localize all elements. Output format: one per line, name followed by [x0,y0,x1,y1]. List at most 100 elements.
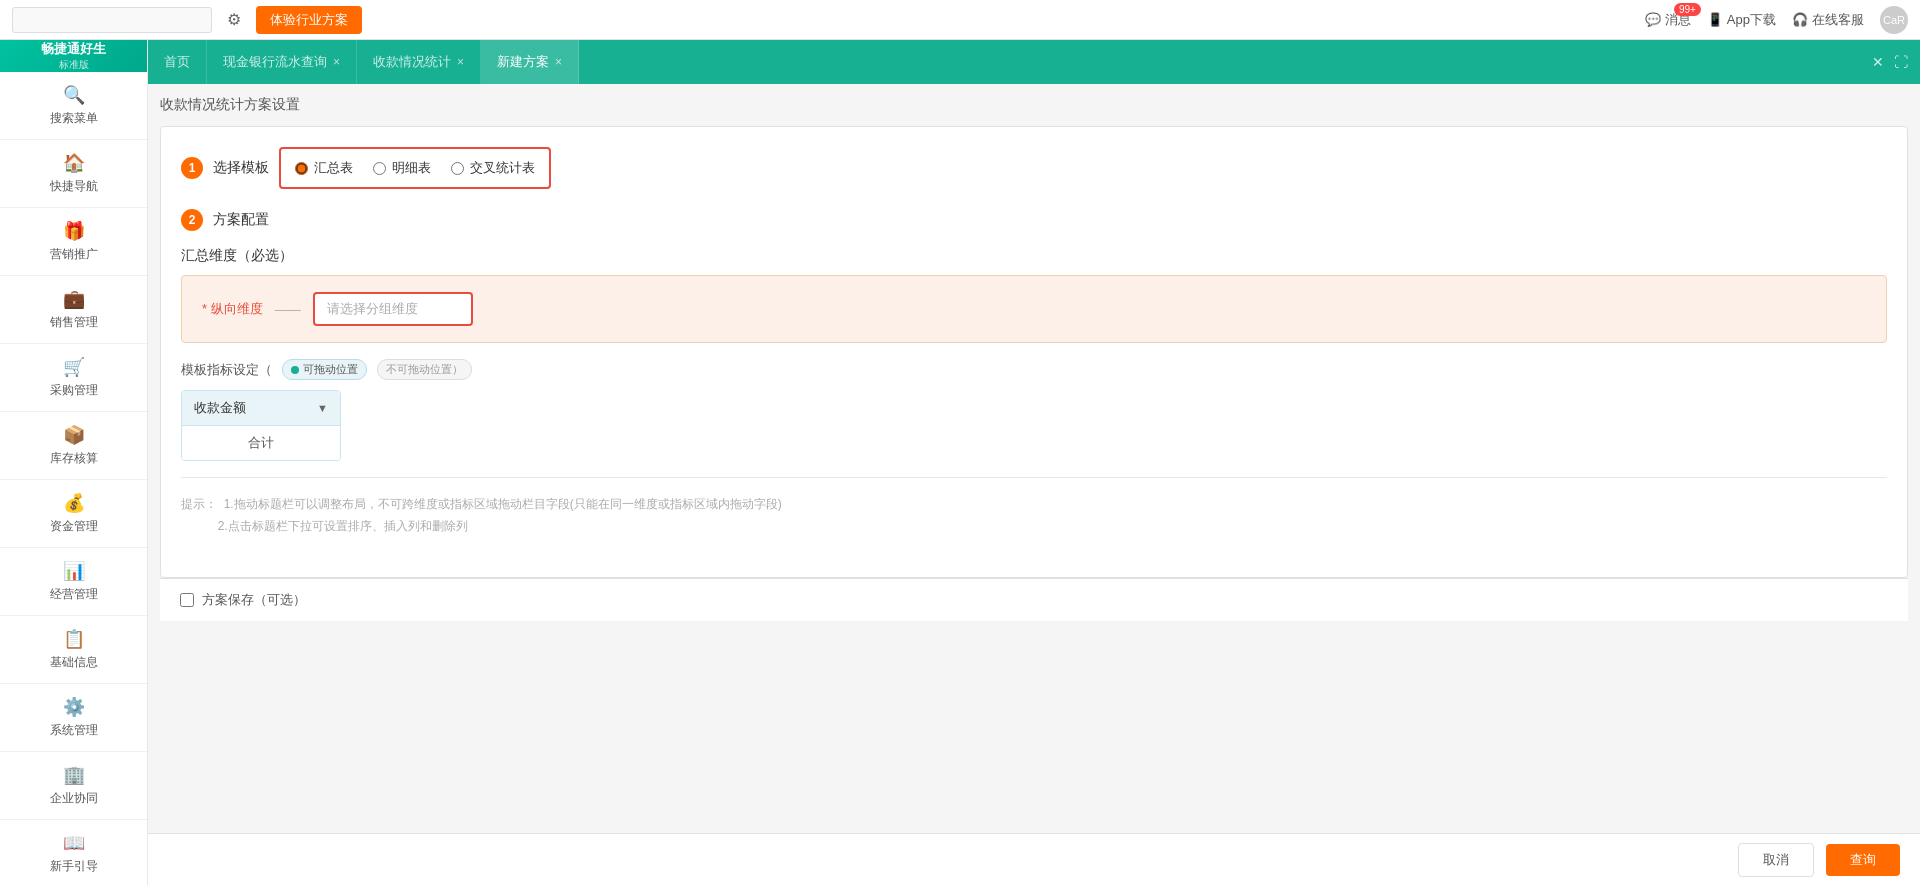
tab-maximize-icon[interactable]: ⛶ [1894,54,1908,70]
tab-cashflow-label: 现金银行流水查询 [223,53,327,71]
purchase-icon: 🛒 [63,356,85,378]
sidebar-item-system[interactable]: ⚙️ 系统管理 [0,684,147,752]
tip-1: 提示： 1.拖动标题栏可以调整布局，不可跨维度或指标区域拖动栏目字段(只能在同一… [181,494,1887,516]
tab-collection-close[interactable]: × [457,55,464,69]
sidebar-item-label: 经营管理 [50,586,98,603]
tab-collection-label: 收款情况统计 [373,53,451,71]
sidebar-item-label: 系统管理 [50,722,98,739]
notifications-button[interactable]: 💬 消息 99+ [1645,11,1691,29]
tab-bar-actions: ✕ ⛶ [1860,40,1920,84]
tab-newplan[interactable]: 新建方案 × [481,40,579,84]
dimension-label-text: 纵向维度 [211,301,263,316]
footer-bar: 取消 查询 [148,833,1920,885]
dimension-row: 纵向维度 —— 请选择分组维度 [202,292,1866,326]
sidebar-item-label: 企业协同 [50,790,98,807]
radio-summary[interactable]: 汇总表 [295,159,353,177]
message-icon: 💬 [1645,12,1661,27]
logo-sub: 标准版 [59,58,89,72]
chat-label: 在线客服 [1812,11,1864,29]
sidebar-item-purchase[interactable]: 🛒 采购管理 [0,344,147,412]
tab-collection[interactable]: 收款情况统计 × [357,40,481,84]
sidebar-item-label: 库存核算 [50,450,98,467]
sidebar-item-sales[interactable]: 💼 销售管理 [0,276,147,344]
sidebar-item-basicinfo[interactable]: 📋 基础信息 [0,616,147,684]
tab-home[interactable]: 首页 [148,40,207,84]
page-header: 收款情况统计方案设置 [160,96,1908,114]
guide-icon: 📖 [63,832,85,854]
content-area: 首页 现金银行流水查询 × 收款情况统计 × 新建方案 × ✕ ⛶ 收款情况统计… [148,40,1920,885]
radio-cross-input[interactable] [451,162,464,175]
section-divider [181,477,1887,478]
sidebar-item-label: 资金管理 [50,518,98,535]
avatar[interactable]: CaR [1880,6,1908,34]
gear-icon[interactable]: ⚙ [220,6,248,34]
chat-icon: 🎧 [1792,12,1808,27]
sidebar-logo: 畅捷通好生 标准版 [0,40,147,72]
gift-icon: 🎁 [63,220,85,242]
metrics-col-header: 收款金额 [194,399,246,417]
save-checkbox[interactable] [180,593,194,607]
radio-summary-input[interactable] [295,162,308,175]
sidebar-item-marketing[interactable]: 🎁 营销推广 [0,208,147,276]
home-icon: 🏠 [63,152,85,174]
tab-newplan-label: 新建方案 [497,53,549,71]
trial-button[interactable]: 体验行业方案 [256,6,362,34]
tab-cashflow-close[interactable]: × [333,55,340,69]
avatar-text: CaR [1883,14,1905,26]
main-content: 收款情况统计方案设置 1 选择模板 汇总表 [148,84,1920,833]
sidebar-item-finance[interactable]: 💰 资金管理 [0,480,147,548]
search-input[interactable] [12,7,212,33]
cancel-button[interactable]: 取消 [1738,843,1814,877]
sidebar-item-enterprise[interactable]: 🏢 企业协同 [0,752,147,820]
arrow-icon: —— [275,302,301,317]
metrics-total-row: 合计 [182,426,340,460]
dimension-select[interactable]: 请选择分组维度 [313,292,473,326]
inventory-icon: 📦 [63,424,85,446]
sidebar-item-guide[interactable]: 📖 新手引导 [0,820,147,885]
search-menu-icon: 🔍 [63,84,85,106]
dimension-placeholder: 请选择分组维度 [327,301,418,316]
step1-header: 1 选择模板 汇总表 明细表 [181,147,1887,189]
template-select: 汇总表 明细表 交叉统计表 [279,147,551,189]
step2-num: 2 [181,209,203,231]
tab-newplan-close[interactable]: × [555,55,562,69]
tab-close-all-icon[interactable]: ✕ [1872,54,1884,70]
sidebar-item-search[interactable]: 🔍 搜索菜单 [0,72,147,140]
dimension-area: 纵向维度 —— 请选择分组维度 [181,275,1887,343]
radio-detail[interactable]: 明细表 [373,159,431,177]
radio-cross-label: 交叉统计表 [470,159,535,177]
dimension-label: 纵向维度 [202,300,263,318]
operations-icon: 📊 [63,560,85,582]
metrics-section-label: 模板指标设定（ [181,361,272,379]
tip-2: 2.点击标题栏下拉可设置排序、插入列和删除列 [181,516,1887,538]
download-label: App下载 [1727,11,1776,29]
tab-cashflow[interactable]: 现金银行流水查询 × [207,40,357,84]
draggable-dot [291,366,299,374]
radio-cross[interactable]: 交叉统计表 [451,159,535,177]
dropdown-icon: ▼ [317,402,328,414]
save-section: 方案保存（可选） [160,578,1908,621]
sidebar-item-label: 新手引导 [50,858,98,875]
metrics-label-row: 模板指标设定（ 可拖动位置 不可拖动位置） [181,359,1887,380]
sidebar-item-quicknav[interactable]: 🏠 快捷导航 [0,140,147,208]
metrics-header[interactable]: 收款金额 ▼ [182,391,340,426]
metrics-table: 收款金额 ▼ 合计 [181,390,341,461]
step1-title: 选择模板 [213,159,269,177]
tips-section: 提示： 1.拖动标题栏可以调整布局，不可跨维度或指标区域拖动栏目字段(只能在同一… [181,494,1887,537]
sidebar: 畅捷通好生 标准版 🔍 搜索菜单 🏠 快捷导航 🎁 营销推广 💼 销售管理 🛒 … [0,40,148,885]
query-button[interactable]: 查询 [1826,844,1900,876]
sidebar-item-inventory[interactable]: 📦 库存核算 [0,412,147,480]
sidebar-item-label: 快捷导航 [50,178,98,195]
sidebar-item-label: 营销推广 [50,246,98,263]
notifications-badge: 99+ [1674,3,1701,16]
sidebar-item-label: 采购管理 [50,382,98,399]
dimension-section-title: 汇总维度（必选） [181,247,1887,265]
sidebar-item-operations[interactable]: 📊 经营管理 [0,548,147,616]
chat-button[interactable]: 🎧 在线客服 [1792,11,1864,29]
basicinfo-icon: 📋 [63,628,85,650]
radio-detail-label: 明细表 [392,159,431,177]
radio-detail-input[interactable] [373,162,386,175]
download-button[interactable]: 📱 App下载 [1707,11,1776,29]
tab-bar: 首页 现金银行流水查询 × 收款情况统计 × 新建方案 × ✕ ⛶ [148,40,1920,84]
draggable-badge: 可拖动位置 [282,359,367,380]
